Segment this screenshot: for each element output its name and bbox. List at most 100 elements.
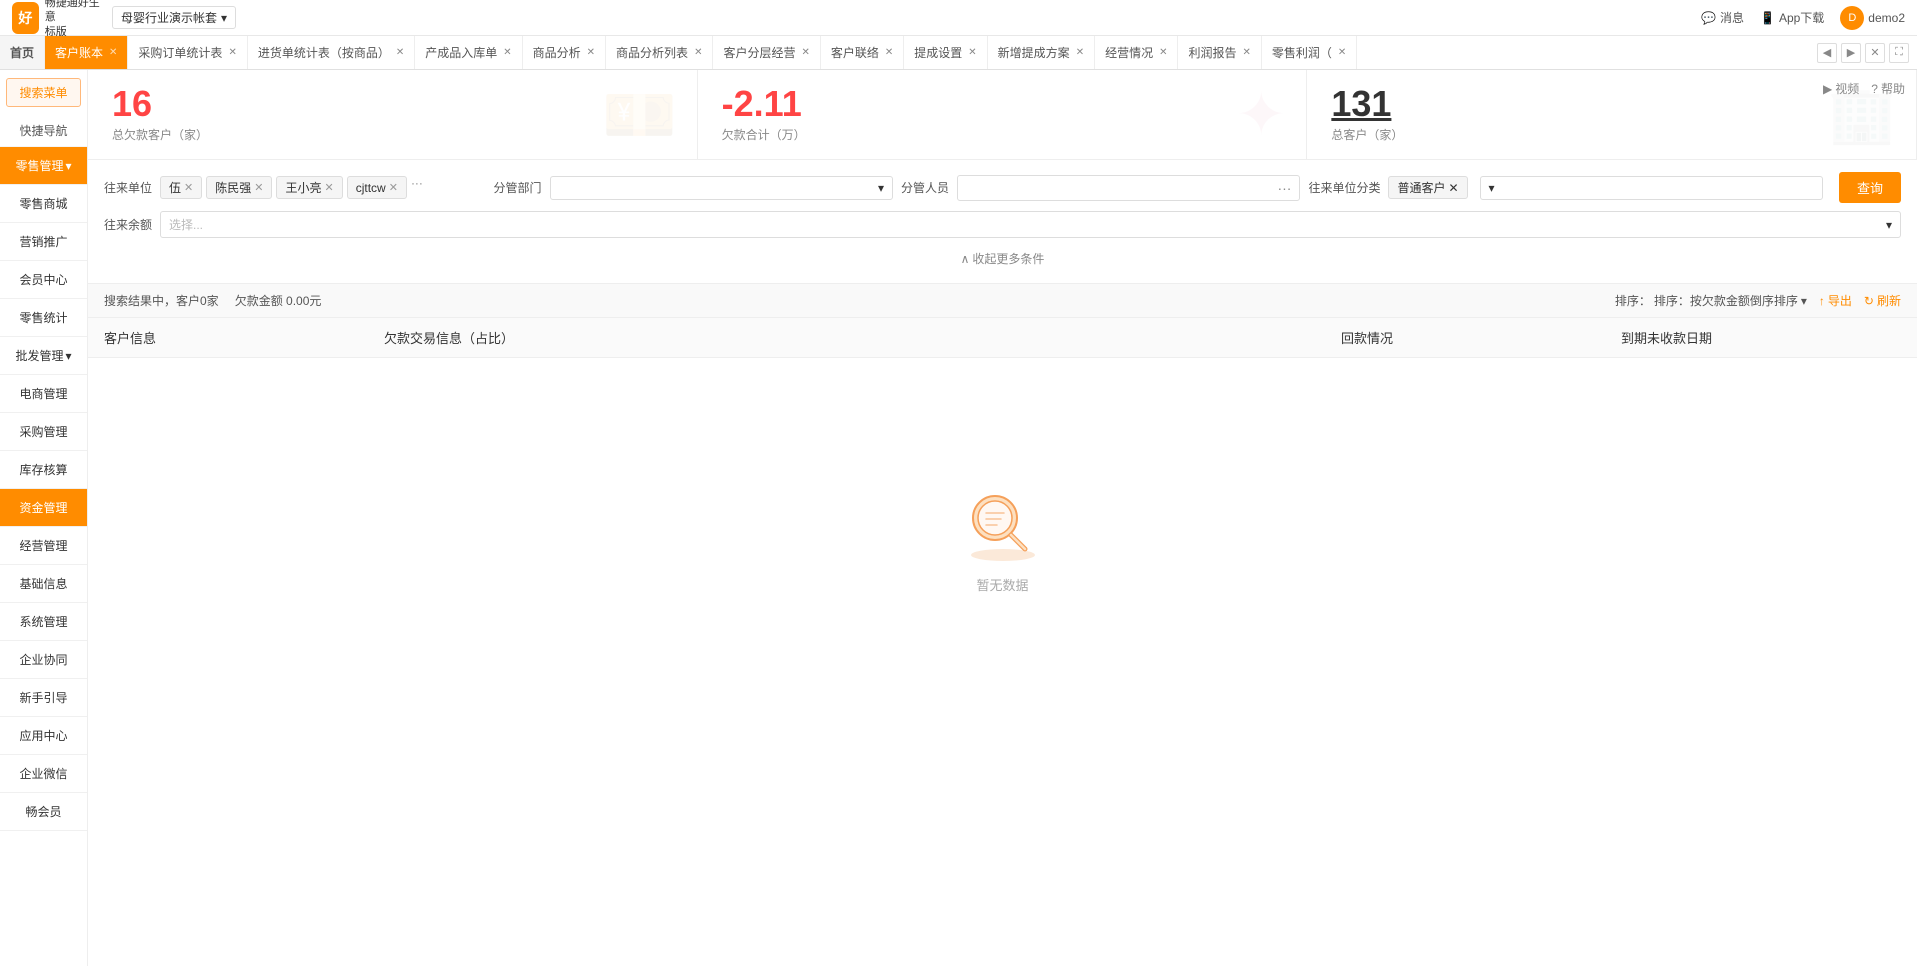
- col-customer-info: 客户信息: [104, 328, 384, 347]
- sidebar-item-app-center[interactable]: 应用中心: [0, 717, 87, 755]
- stats-bar: 💴 16 总欠款客户（家） ✦ -2.11 欠款合计（万） 🏢 131 总客户（…: [88, 70, 1917, 160]
- stat-number-total[interactable]: 131: [1331, 86, 1391, 122]
- tab-customer-contact[interactable]: 客户联络 ✕: [821, 36, 904, 70]
- tab-home[interactable]: 首页: [0, 36, 45, 70]
- remove-unit-cls-tag[interactable]: ✕: [1448, 181, 1458, 195]
- tab-close-icon[interactable]: ✕: [1338, 47, 1346, 58]
- filter-tag-cjttcw: cjttcw ✕: [347, 176, 407, 199]
- remove-tag-wu[interactable]: ✕: [184, 181, 193, 194]
- people-select[interactable]: ···: [957, 175, 1300, 201]
- more-tags-btn[interactable]: ···: [411, 176, 423, 199]
- nav-expand[interactable]: ⛶: [1889, 43, 1909, 63]
- tab-goods-stats[interactable]: 进货单统计表（按商品） ✕: [248, 36, 415, 70]
- sidebar-quick-nav[interactable]: 快捷导航: [0, 115, 87, 147]
- sidebar-item-basic-info[interactable]: 基础信息: [0, 565, 87, 603]
- sidebar-item-ecommerce[interactable]: 电商管理: [0, 375, 87, 413]
- sidebar-item-marketing[interactable]: 营销推广: [0, 223, 87, 261]
- unit-cls-select[interactable]: ▾: [1480, 176, 1823, 200]
- tab-business-overview[interactable]: 经营情况 ✕: [1095, 36, 1178, 70]
- filter-label-unit-cls: 往来单位分类: [1308, 179, 1380, 196]
- collapse-icon: ∧: [961, 252, 970, 266]
- user-menu[interactable]: D demo2: [1840, 6, 1905, 30]
- result-count: 搜索结果中，客户0家: [104, 292, 219, 309]
- tab-commission-settings[interactable]: 提成设置 ✕: [904, 36, 987, 70]
- tab-close-icon[interactable]: ✕: [885, 47, 893, 58]
- tab-close-icon[interactable]: ✕: [396, 47, 404, 58]
- sidebar-item-wechat[interactable]: 企业微信: [0, 755, 87, 793]
- export-button[interactable]: ↑ 导出: [1819, 292, 1852, 309]
- tab-close-icon[interactable]: ✕: [109, 47, 117, 58]
- filter-label-balance: 往来余额: [104, 216, 152, 233]
- nav-next-arrow[interactable]: ▶: [1841, 43, 1861, 63]
- tab-close-icon[interactable]: ✕: [968, 47, 976, 58]
- query-button[interactable]: 查询: [1839, 172, 1901, 203]
- collapse-button[interactable]: ∧ 收起更多条件: [949, 246, 1057, 271]
- tab-goods-analysis[interactable]: 商品分析 ✕: [523, 36, 606, 70]
- stat-number-customers: 16: [112, 86, 152, 122]
- sidebar-item-purchase[interactable]: 采购管理: [0, 413, 87, 451]
- sidebar-item-wholesale[interactable]: 批发管理 ▾: [0, 337, 87, 375]
- people-dots[interactable]: ···: [1277, 180, 1291, 196]
- sidebar-item-retail[interactable]: 零售管理 ▾: [0, 147, 87, 185]
- tab-close-icon[interactable]: ✕: [1076, 47, 1084, 58]
- sidebar-item-retail-stats[interactable]: 零售统计: [0, 299, 87, 337]
- help-btn[interactable]: ? 帮助: [1871, 80, 1905, 97]
- sidebar-search-area: 搜索菜单: [0, 70, 87, 115]
- tab-close-icon[interactable]: ✕: [503, 47, 511, 58]
- filter-label-people: 分管人员: [901, 179, 949, 196]
- stat-bg-diamond-icon: ✦: [1236, 80, 1286, 150]
- stat-label-customers: 总欠款客户（家）: [112, 126, 208, 143]
- main-layout: 搜索菜单 快捷导航 零售管理 ▾ 零售商城 营销推广 会员中心 零售统计 批发管…: [0, 70, 1917, 966]
- tab-customer-ledger[interactable]: 客户账本 ✕: [45, 36, 128, 70]
- sidebar-item-member[interactable]: 会员中心: [0, 261, 87, 299]
- sidebar: 搜索菜单 快捷导航 零售管理 ▾ 零售商城 营销推广 会员中心 零售统计 批发管…: [0, 70, 88, 966]
- tab-close-icon[interactable]: ✕: [587, 47, 595, 58]
- empty-text: 暂无数据: [976, 575, 1028, 594]
- search-menu-button[interactable]: 搜索菜单: [6, 78, 81, 107]
- remove-tag-wang[interactable]: ✕: [325, 181, 334, 194]
- sidebar-item-inventory[interactable]: 库存核算: [0, 451, 87, 489]
- sort-selector[interactable]: 排序： 排序：按欠款金额倒序排序 ▾: [1615, 292, 1807, 309]
- sidebar-item-operation[interactable]: 经营管理: [0, 527, 87, 565]
- top-header: 好 畅捷通好生意 标版 母婴行业演示帐套 ▾ 💬 消息 📱 App下载 D de…: [0, 0, 1917, 36]
- tab-product-in[interactable]: 产成品入库单 ✕: [415, 36, 522, 70]
- result-amount: 欠款金额 0.00元: [235, 292, 322, 309]
- video-help-btn[interactable]: ▶ 视频: [1823, 80, 1859, 97]
- sidebar-item-newbie[interactable]: 新手引导: [0, 679, 87, 717]
- message-icon: 💬: [1701, 11, 1716, 25]
- chevron-down-icon: ▾: [1801, 294, 1807, 308]
- tab-close-icon[interactable]: ✕: [1159, 47, 1167, 58]
- chevron-down-icon: ▾: [221, 11, 227, 25]
- remove-tag-cjttcw[interactable]: ✕: [389, 181, 398, 194]
- nav-prev-arrow[interactable]: ◀: [1817, 43, 1837, 63]
- tab-new-commission[interactable]: 新增提成方案 ✕: [988, 36, 1095, 70]
- remove-tag-chen[interactable]: ✕: [254, 181, 263, 194]
- tab-close-icon[interactable]: ✕: [694, 47, 702, 58]
- filter-row-balance: 往来余额 选择... ▾: [104, 211, 1901, 238]
- filter-tag-wu: 伍 ✕: [160, 176, 202, 199]
- refresh-button[interactable]: ↻ 刷新: [1864, 292, 1901, 309]
- tab-retail-profit[interactable]: 零售利润（ ✕: [1262, 36, 1357, 70]
- export-icon: ↑: [1819, 294, 1825, 308]
- tab-goods-analysis-list[interactable]: 商品分析列表 ✕: [606, 36, 713, 70]
- tab-close-icon[interactable]: ✕: [1243, 47, 1251, 58]
- sort-label: 排序：: [1615, 292, 1651, 309]
- tab-close-icon[interactable]: ✕: [801, 47, 809, 58]
- filter-label-units: 往来单位: [104, 179, 152, 196]
- dept-select[interactable]: ▾: [550, 176, 893, 200]
- sidebar-item-retail-mall[interactable]: 零售商城: [0, 185, 87, 223]
- col-debt-info: 欠款交易信息（占比）: [384, 328, 1341, 347]
- sidebar-item-member2[interactable]: 畅会员: [0, 793, 87, 831]
- sidebar-item-system[interactable]: 系统管理: [0, 603, 87, 641]
- tab-close-icon[interactable]: ✕: [228, 47, 236, 58]
- sidebar-item-finance[interactable]: 资金管理: [0, 489, 87, 527]
- message-btn[interactable]: 💬 消息: [1701, 9, 1744, 26]
- company-select[interactable]: 母婴行业演示帐套 ▾: [112, 6, 236, 29]
- tab-purchase-stats[interactable]: 采购订单统计表 ✕: [128, 36, 247, 70]
- tab-profit-report[interactable]: 利润报告 ✕: [1178, 36, 1261, 70]
- nav-close-all[interactable]: ✕: [1865, 43, 1885, 63]
- balance-select[interactable]: 选择... ▾: [160, 211, 1901, 238]
- sidebar-item-enterprise[interactable]: 企业协同: [0, 641, 87, 679]
- tab-customer-layer[interactable]: 客户分层经营 ✕: [713, 36, 820, 70]
- app-download-btn[interactable]: 📱 App下载: [1760, 9, 1824, 26]
